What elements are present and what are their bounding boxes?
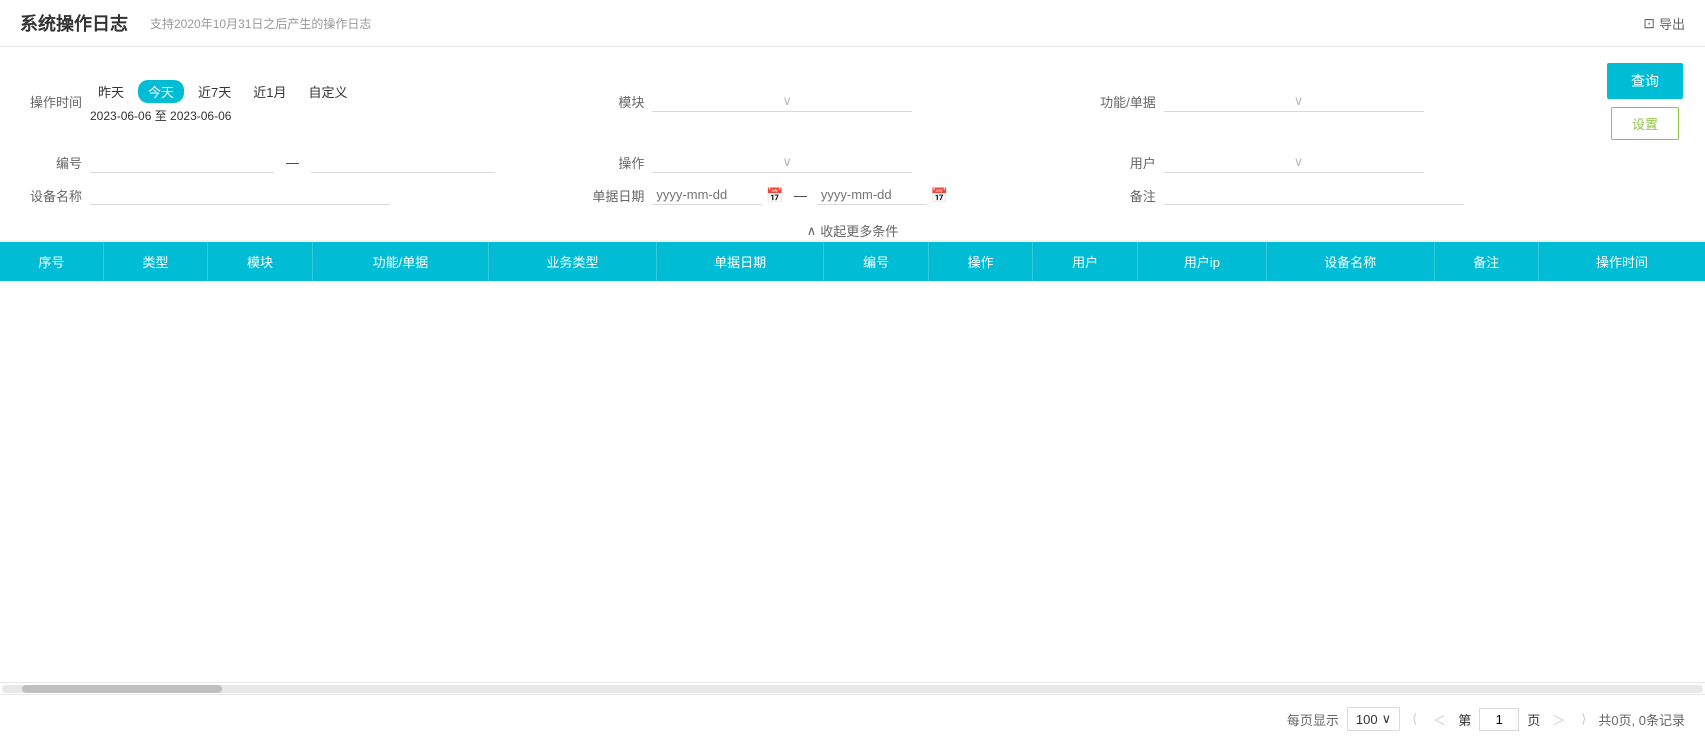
prev-page-button[interactable]: ＜ [1429, 708, 1450, 731]
export-icon: ⊡ [1643, 15, 1655, 32]
operation-filter-cell: 操作 ∨ [582, 152, 1093, 173]
user-label: 用户 [1094, 153, 1164, 172]
feature-label: 功能/单据 [1094, 92, 1164, 111]
date-from-input[interactable] [652, 185, 762, 205]
user-select[interactable]: ∨ [1164, 152, 1424, 173]
page-unit: 页 [1527, 710, 1540, 729]
col-feature: 功能/单据 [312, 242, 488, 281]
module-select-value [656, 94, 782, 109]
collapse-button[interactable]: ∧ 收起更多条件 [807, 221, 899, 240]
calendar-to-icon[interactable]: 📅 [931, 187, 948, 204]
col-user: 用户 [1033, 242, 1137, 281]
per-page-value: 100 [1356, 712, 1378, 727]
device-filter-cell: 设备名称 [20, 185, 582, 205]
code-filter-cell: 编号 — [20, 153, 582, 173]
col-remark: 备注 [1434, 242, 1538, 281]
date-input-group: 📅 — 📅 [652, 185, 948, 205]
time-options: 昨天 今天 近7天 近1月 自定义 [90, 80, 356, 103]
page-number-input[interactable] [1479, 708, 1519, 731]
page-header: 系统操作日志 支持2020年10月31日之后产生的操作日志 ⊡ 导出 [0, 0, 1705, 47]
time-label: 操作时间 [20, 92, 90, 111]
data-table: 序号 类型 模块 功能/单据 业务类型 单据日期 编号 操作 用户 用户ip 设… [0, 242, 1705, 281]
filter-row-3: 设备名称 单据日期 📅 — 📅 备注 [20, 185, 1685, 205]
time-option-1month[interactable]: 近1月 [245, 80, 294, 103]
empty-area [0, 281, 1705, 581]
time-option-today[interactable]: 今天 [138, 80, 184, 103]
query-button[interactable]: 查询 [1607, 63, 1683, 99]
col-module: 模块 [208, 242, 312, 281]
per-page-select[interactable]: 100 ∨ [1347, 707, 1400, 731]
total-info: 共0页, 0条记录 [1598, 710, 1685, 729]
first-page-button[interactable]: ⟨ [1408, 709, 1421, 729]
feature-select-value [1168, 94, 1294, 109]
operation-chevron-icon: ∨ [782, 154, 908, 170]
col-op-time: 操作时间 [1539, 242, 1705, 281]
code-label: 编号 [20, 153, 90, 172]
remark-filter-cell: 备注 [1094, 185, 1605, 205]
operation-select-value [656, 155, 782, 170]
scrollbar-track[interactable] [2, 685, 1703, 693]
collapse-row: ∧ 收起更多条件 [20, 221, 1685, 240]
time-option-7days[interactable]: 近7天 [190, 80, 239, 103]
voucher-date-label: 单据日期 [582, 186, 652, 205]
time-filter-cell: 操作时间 昨天 今天 近7天 近1月 自定义 2023-06-06 至 2023… [20, 80, 582, 124]
feature-chevron-icon: ∨ [1294, 93, 1420, 109]
feature-filter-cell: 功能/单据 ∨ [1094, 91, 1605, 112]
col-operation: 操作 [928, 242, 1032, 281]
device-input[interactable] [90, 185, 390, 205]
feature-select[interactable]: ∨ [1164, 91, 1424, 112]
voucher-date-filter-cell: 单据日期 📅 — 📅 [582, 185, 1093, 205]
module-label: 模块 [582, 92, 652, 111]
module-select[interactable]: ∨ [652, 91, 912, 112]
code-to-input[interactable] [311, 153, 495, 173]
col-code: 编号 [824, 242, 928, 281]
filter-area: 操作时间 昨天 今天 近7天 近1月 自定义 2023-06-06 至 2023… [0, 47, 1705, 240]
scrollbar-area[interactable] [0, 682, 1705, 694]
device-label: 设备名称 [20, 186, 90, 205]
page-subtitle: 支持2020年10月31日之后产生的操作日志 [150, 15, 371, 32]
col-biz-type: 业务类型 [489, 242, 657, 281]
date-to-input[interactable] [817, 185, 927, 205]
module-chevron-icon: ∨ [782, 93, 908, 109]
per-page-label: 每页显示 [1287, 710, 1339, 729]
date-range-text: 2023-06-06 至 2023-06-06 [90, 107, 356, 124]
export-button[interactable]: ⊡ 导出 [1643, 14, 1685, 33]
time-option-yesterday[interactable]: 昨天 [90, 80, 132, 103]
scrollbar-thumb[interactable] [22, 685, 222, 693]
operation-label: 操作 [582, 153, 652, 172]
action-buttons: 查询 设置 [1605, 63, 1685, 140]
code-dash: — [280, 155, 305, 170]
col-user-ip: 用户ip [1137, 242, 1266, 281]
user-select-value [1168, 155, 1294, 170]
date-dash: — [788, 188, 813, 203]
per-page-chevron-icon: ∨ [1382, 711, 1392, 727]
page-label: 第 [1458, 710, 1471, 729]
module-filter-cell: 模块 ∨ [582, 91, 1093, 112]
remark-label: 备注 [1094, 186, 1164, 205]
user-chevron-icon: ∨ [1294, 154, 1420, 170]
page-title: 系统操作日志 [20, 10, 128, 36]
col-voucher-date: 单据日期 [656, 242, 824, 281]
table-header-row: 序号 类型 模块 功能/单据 业务类型 单据日期 编号 操作 用户 用户ip 设… [0, 242, 1705, 281]
user-filter-cell: 用户 ∨ [1094, 152, 1605, 173]
col-type: 类型 [103, 242, 207, 281]
code-from-input[interactable] [90, 153, 274, 173]
calendar-from-icon[interactable]: 📅 [766, 187, 783, 204]
time-option-custom[interactable]: 自定义 [301, 80, 356, 103]
last-page-button[interactable]: ⟩ [1577, 709, 1590, 729]
pagination: 每页显示 100 ∨ ⟨ ＜ 第 页 ＞ ⟩ 共0页, 0条记录 [0, 694, 1705, 743]
settings-button[interactable]: 设置 [1611, 107, 1679, 140]
col-seq: 序号 [0, 242, 103, 281]
collapse-up-icon: ∧ [807, 223, 817, 239]
operation-select[interactable]: ∨ [652, 152, 912, 173]
col-device: 设备名称 [1266, 242, 1434, 281]
filter-row-2: 编号 — 操作 ∨ 用户 [20, 152, 1685, 173]
filter-row-1: 操作时间 昨天 今天 近7天 近1月 自定义 2023-06-06 至 2023… [20, 63, 1685, 140]
remark-input[interactable] [1164, 185, 1464, 205]
table-container: 序号 类型 模块 功能/单据 业务类型 单据日期 编号 操作 用户 用户ip 设… [0, 242, 1705, 682]
next-page-button[interactable]: ＞ [1548, 708, 1569, 731]
